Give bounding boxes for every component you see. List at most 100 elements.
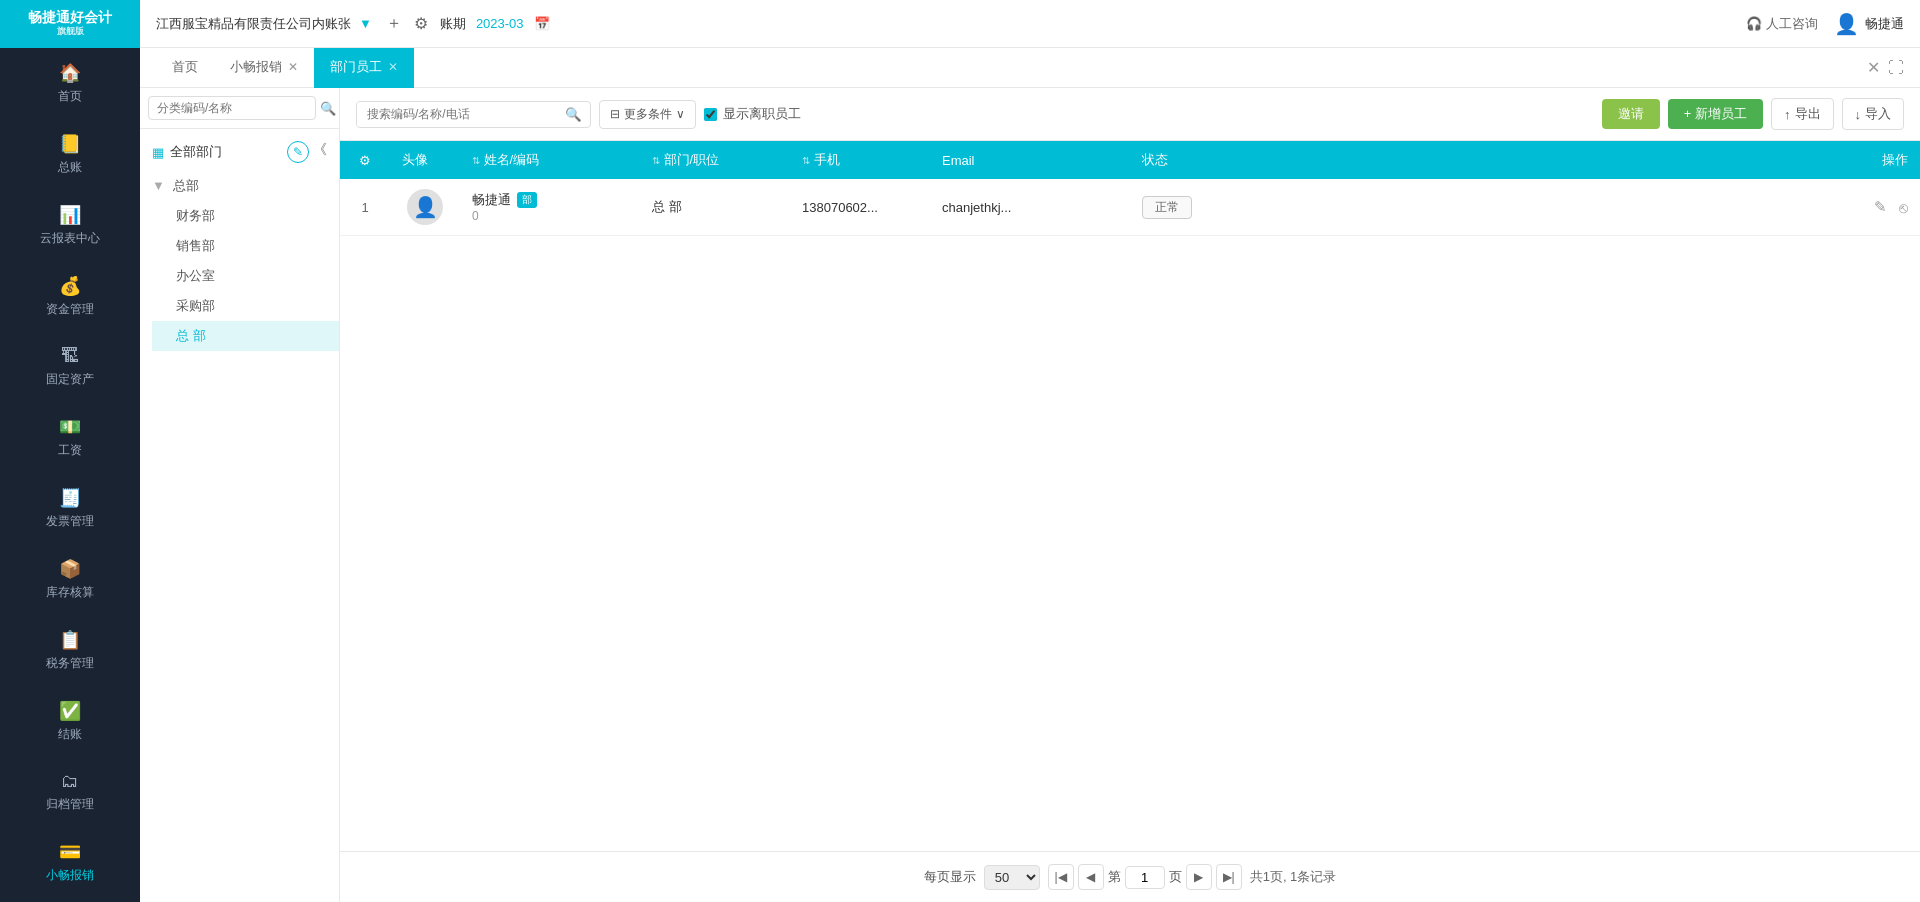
- tab-close-expense[interactable]: ✕: [288, 60, 298, 74]
- period-display: 账期 2023-03 📅: [440, 15, 550, 33]
- sidebar-item-fixed[interactable]: 🏗 固定资产: [0, 332, 140, 402]
- app-logo: 畅捷通好会计 旗舰版: [0, 0, 140, 48]
- emp-search-button[interactable]: 🔍: [557, 102, 590, 127]
- dept-grid-icon: ▦: [152, 145, 164, 160]
- cell-avatar: 👤: [390, 179, 460, 236]
- cell-phone: 138070602...: [790, 179, 930, 236]
- archive-icon: 🗂: [61, 771, 79, 792]
- sidebar-item-invoice[interactable]: 🧾 发票管理: [0, 473, 140, 544]
- dept-node-zongbu-parent[interactable]: ▼ 总部: [140, 171, 339, 201]
- page-di-label: 第: [1108, 868, 1121, 886]
- calendar-icon[interactable]: 📅: [534, 16, 550, 31]
- cell-name: 畅捷通 部 0: [460, 179, 640, 236]
- user-menu[interactable]: 👤 畅捷通: [1834, 12, 1904, 36]
- prev-page-btn[interactable]: ◀: [1078, 864, 1104, 890]
- logout-icon[interactable]: ⎋: [1899, 199, 1908, 216]
- emp-name-row: 畅捷通 部: [472, 191, 628, 209]
- tab-close-dept[interactable]: ✕: [388, 60, 398, 74]
- dept-tree: ▦ 全部部门 ✎ 《 ▼ 总部 财务部: [140, 129, 339, 902]
- emp-name-text: 畅捷通: [472, 191, 511, 209]
- sort-icon-dept: ⇅: [652, 155, 660, 166]
- main-layout: 🏠 首页 📒 总账 📊 云报表中心 💰 资金管理 🏗 固定资产 💵 工资 🧾 发…: [0, 48, 1920, 902]
- invite-button[interactable]: 邀请: [1602, 99, 1660, 129]
- sidebar-item-inventory[interactable]: 📦 库存核算: [0, 544, 140, 615]
- table-header-ops: 操作: [1250, 141, 1920, 179]
- dept-search-input[interactable]: [148, 96, 316, 120]
- emp-toolbar: 🔍 ⊟ 更多条件 ∨ 显示离职员工 邀请 + 新增员工: [340, 88, 1920, 141]
- emp-code: 0: [472, 209, 628, 223]
- emp-table: ⚙ 头像 ⇅ 姓名/编码 ⇅ 部门/职位: [340, 141, 1920, 851]
- all-dept-label[interactable]: ▦ 全部部门: [152, 143, 222, 161]
- support-link[interactable]: 🎧 人工咨询: [1746, 15, 1818, 33]
- dept-search-icon[interactable]: 🔍: [320, 101, 336, 116]
- inventory-icon: 📦: [59, 558, 81, 580]
- avatar-icon: 👤: [1834, 12, 1859, 36]
- dept-node-finance[interactable]: 财务部: [152, 201, 339, 231]
- home-icon: 🏠: [59, 62, 81, 84]
- sort-icon-name: ⇅: [472, 155, 480, 166]
- tab-dept[interactable]: 部门员工 ✕: [314, 48, 414, 88]
- first-page-btn[interactable]: |◀: [1048, 864, 1074, 890]
- sidebar-item-ledger[interactable]: 📒 总账: [0, 119, 140, 190]
- sidebar-item-capital[interactable]: 💰 资金管理: [0, 261, 140, 332]
- import-icon: ↓: [1855, 107, 1862, 122]
- topbar-right: 🎧 人工咨询 👤 畅捷通: [1746, 12, 1904, 36]
- sidebar-item-settings[interactable]: ⚙ 基础设置: [0, 898, 140, 902]
- edit-icon[interactable]: ✎: [1874, 198, 1887, 216]
- import-button[interactable]: ↓ 导入: [1842, 98, 1905, 130]
- sidebar-item-settle[interactable]: ✅ 结账: [0, 686, 140, 757]
- company-name[interactable]: 江西服宝精品有限责任公司内账张 ▼ ＋ ⚙: [156, 13, 428, 34]
- dept-tree-actions: ✎ 《: [287, 141, 327, 163]
- show-resigned-toggle[interactable]: 显示离职员工: [704, 105, 801, 123]
- settle-icon: ✅: [59, 700, 81, 722]
- cell-status: 正常: [1130, 179, 1250, 236]
- topbar: 畅捷通好会计 旗舰版 江西服宝精品有限责任公司内账张 ▼ ＋ ⚙ 账期 2023…: [0, 0, 1920, 48]
- table-header: ⚙ 头像 ⇅ 姓名/编码 ⇅ 部门/职位: [340, 141, 1920, 179]
- edit-dept-btn[interactable]: ✎: [287, 141, 309, 163]
- more-filters-button[interactable]: ⊟ 更多条件 ∨: [599, 100, 696, 129]
- sidebar-item-expense[interactable]: 💳 小畅报销: [0, 827, 140, 898]
- table-header-dept[interactable]: ⇅ 部门/职位: [640, 141, 790, 179]
- page-size-label: 每页显示: [924, 868, 976, 886]
- add-employee-button[interactable]: + 新增员工: [1668, 99, 1763, 129]
- add-company-icon[interactable]: ＋: [386, 13, 402, 34]
- close-window-icon[interactable]: ✕: [1867, 58, 1880, 77]
- maximize-window-icon[interactable]: ⛶: [1888, 59, 1904, 77]
- collapse-dept-btn[interactable]: 《: [313, 141, 327, 163]
- last-page-btn[interactable]: ▶|: [1216, 864, 1242, 890]
- sidebar-item-tax[interactable]: 📋 税务管理: [0, 615, 140, 686]
- export-icon: ↑: [1784, 107, 1791, 122]
- dept-node-zongbu[interactable]: 总 部: [152, 321, 339, 351]
- table-header-settings[interactable]: ⚙: [340, 141, 390, 179]
- page-input[interactable]: [1125, 866, 1165, 889]
- tabs-bar: 首页 小畅报销 ✕ 部门员工 ✕ ✕ ⛶: [140, 48, 1920, 88]
- dropdown-icon[interactable]: ▼: [359, 16, 372, 31]
- sidebar-item-archive[interactable]: 🗂 归档管理: [0, 757, 140, 827]
- dept-node-office[interactable]: 办公室: [152, 261, 339, 291]
- next-page-btn[interactable]: ▶: [1186, 864, 1212, 890]
- sidebar-item-home[interactable]: 🏠 首页: [0, 48, 140, 119]
- page-size-select[interactable]: 50 10 20 100: [984, 865, 1040, 890]
- dept-search: 🔍: [140, 88, 339, 129]
- table-header-name[interactable]: ⇅ 姓名/编码: [460, 141, 640, 179]
- dept-panel: 🔍 ▦ 全部部门 ✎ 《 ▼: [140, 88, 340, 902]
- export-button[interactable]: ↑ 导出: [1771, 98, 1834, 130]
- table-header-avatar: 头像: [390, 141, 460, 179]
- page-content: 🔍 ▦ 全部部门 ✎ 《 ▼: [140, 88, 1920, 902]
- settings-icon[interactable]: ⚙: [414, 14, 428, 33]
- emp-search-input[interactable]: [357, 102, 557, 126]
- tabs-right-actions: ✕ ⛶: [1867, 58, 1904, 77]
- dept-node-purchase[interactable]: 采购部: [152, 291, 339, 321]
- capital-icon: 💰: [59, 275, 81, 297]
- table-header-phone[interactable]: ⇅ 手机: [790, 141, 930, 179]
- sidebar-item-report[interactable]: 📊 云报表中心: [0, 190, 140, 261]
- tab-expense[interactable]: 小畅报销 ✕: [214, 48, 314, 88]
- tab-home[interactable]: 首页: [156, 48, 214, 88]
- cell-ops: ✎ ⎋: [1250, 179, 1920, 236]
- page-label: 页: [1169, 868, 1182, 886]
- dept-node-sales[interactable]: 销售部: [152, 231, 339, 261]
- sidebar-item-salary[interactable]: 💵 工资: [0, 402, 140, 473]
- employee-table: ⚙ 头像 ⇅ 姓名/编码 ⇅ 部门/职位: [340, 141, 1920, 236]
- emp-badge: 部: [517, 192, 537, 208]
- show-resigned-checkbox[interactable]: [704, 108, 717, 121]
